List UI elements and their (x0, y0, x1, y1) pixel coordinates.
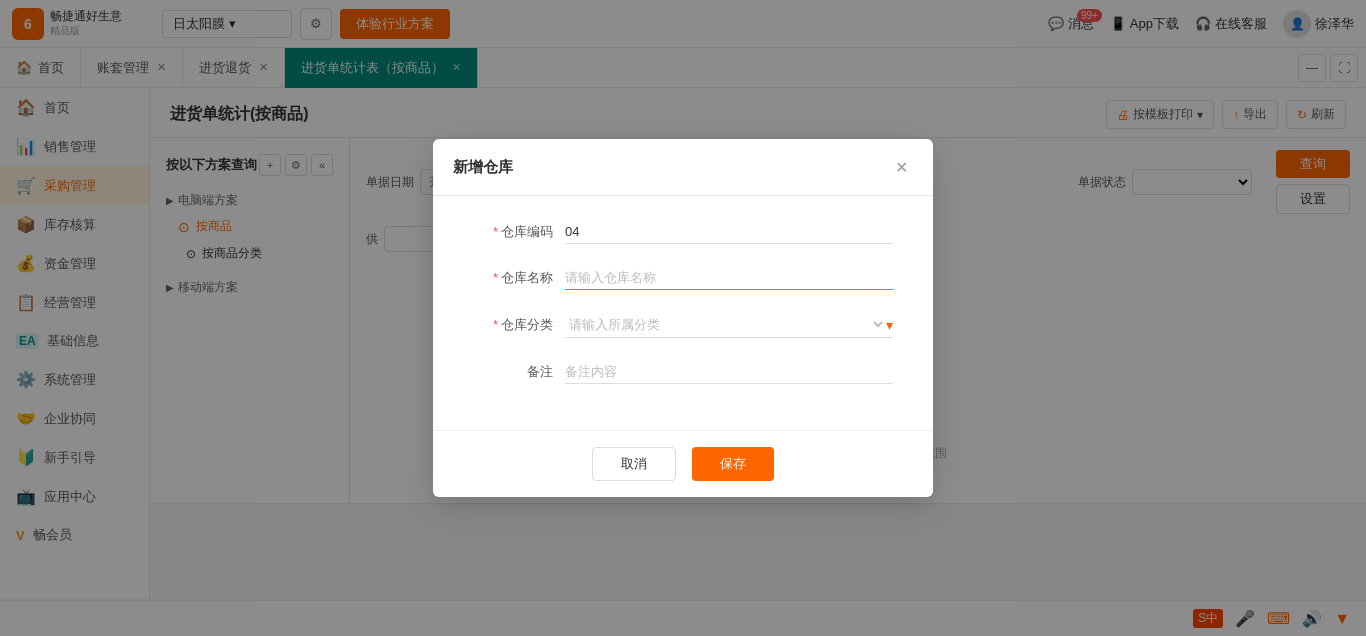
name-label: 仓库名称 (473, 269, 553, 287)
category-dropdown-icon: ▾ (886, 317, 893, 333)
dialog-close-btn[interactable]: ✕ (889, 155, 913, 179)
note-input[interactable] (565, 360, 893, 384)
category-select-wrapper: 请输入所属分类 ▾ (565, 312, 893, 338)
dialog-footer: 取消 保存 (433, 430, 933, 497)
dialog-body: 仓库编码 仓库名称 仓库分类 请输入所属分类 ▾ 备注 (433, 196, 933, 430)
code-label: 仓库编码 (473, 223, 553, 241)
cancel-button[interactable]: 取消 (592, 447, 676, 481)
form-row-code: 仓库编码 (473, 220, 893, 244)
category-label: 仓库分类 (473, 316, 553, 334)
name-input[interactable] (565, 266, 893, 290)
dialog-header: 新增仓库 ✕ (433, 139, 933, 196)
category-select[interactable]: 请输入所属分类 (565, 316, 886, 333)
form-row-category: 仓库分类 请输入所属分类 ▾ (473, 312, 893, 338)
code-input[interactable] (565, 220, 893, 244)
add-warehouse-dialog: 新增仓库 ✕ 仓库编码 仓库名称 仓库分类 请输入所属分类 ▾ (433, 139, 933, 497)
form-row-name: 仓库名称 (473, 266, 893, 290)
dialog-title: 新增仓库 (453, 158, 513, 177)
dialog-overlay[interactable]: 新增仓库 ✕ 仓库编码 仓库名称 仓库分类 请输入所属分类 ▾ (0, 0, 1366, 636)
save-button[interactable]: 保存 (692, 447, 774, 481)
note-label: 备注 (473, 363, 553, 381)
form-row-note: 备注 (473, 360, 893, 384)
